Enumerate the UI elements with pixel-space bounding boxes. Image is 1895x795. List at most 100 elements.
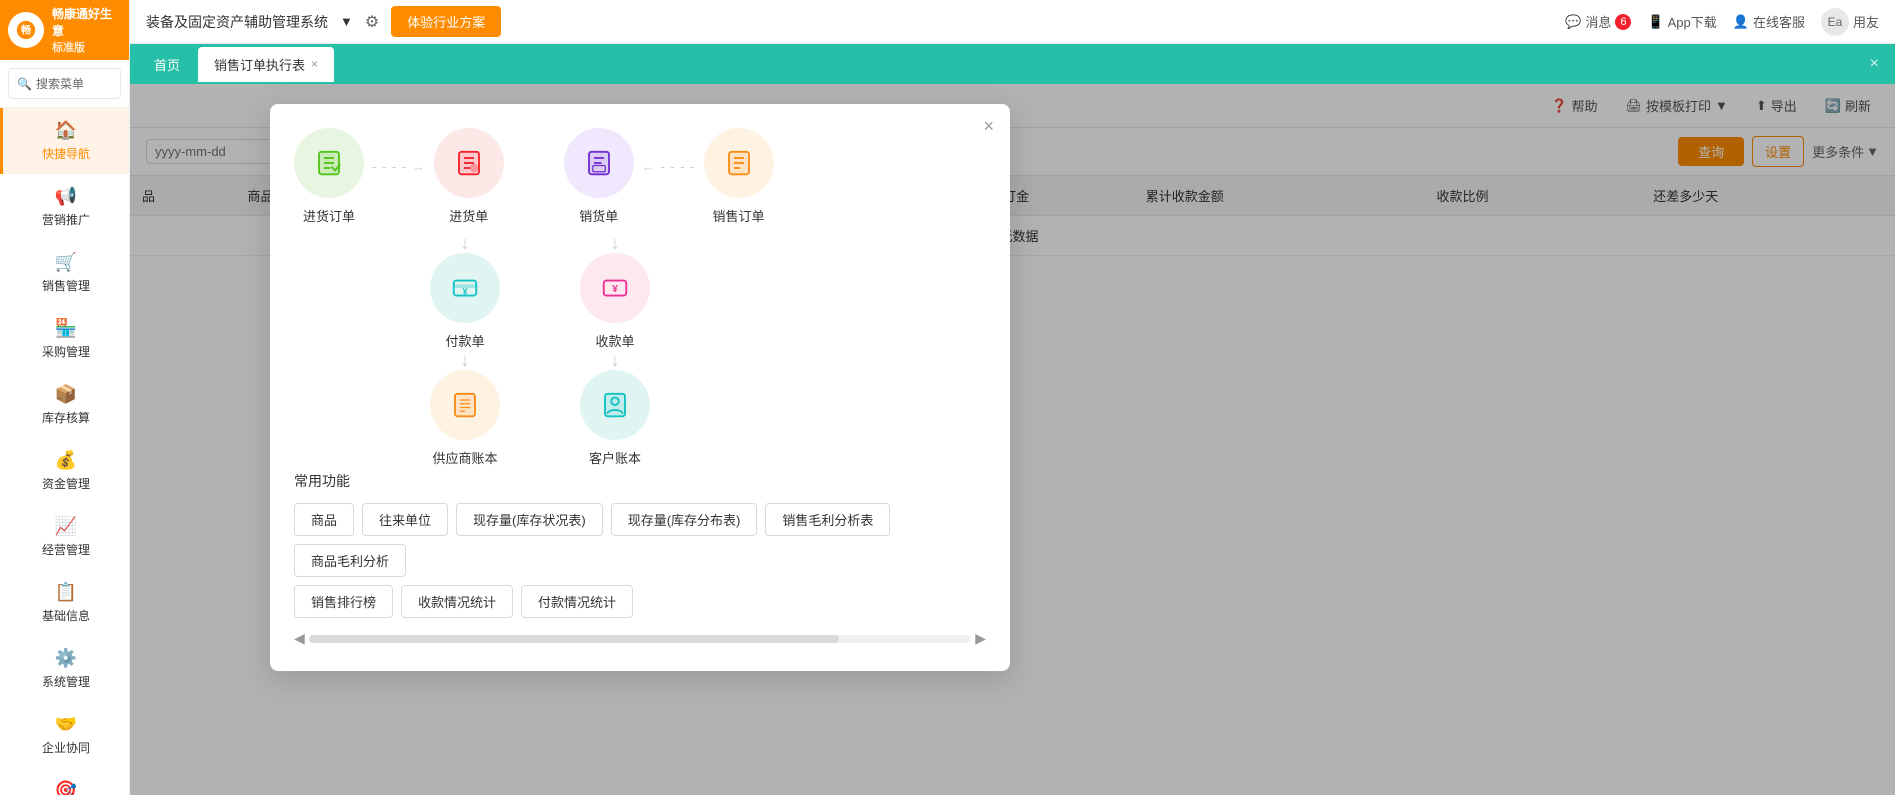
sales-order-tab-label: 销售订单执行表 [214, 55, 305, 74]
service-icon: 👤 [1733, 14, 1749, 30]
search-label: 搜索菜单 [36, 75, 84, 92]
sidebar-item-label: 销售管理 [42, 277, 90, 294]
arrow-down-payment: ↓ [461, 233, 470, 253]
func-btns-row1: 商品 往来单位 现存量(库存状况表) 现存量(库存分布表) 销售毛利分析表 商品… [294, 503, 986, 577]
tabbar: 首页 销售订单执行表 × × [130, 44, 1895, 84]
sidebar-item-operations[interactable]: 📈 经营管理 [0, 504, 129, 570]
sidebar-item-basic-info[interactable]: 📋 基础信息 [0, 570, 129, 636]
arrow-down-receipt: ↓ [611, 233, 620, 253]
arrow-h-1: - - - - → [364, 159, 434, 174]
svg-text:¥: ¥ [612, 284, 618, 295]
sidebar-item-finance[interactable]: 💰 资金管理 [0, 438, 129, 504]
online-service-label: 在线客服 [1753, 12, 1805, 31]
home-tab-label: 首页 [154, 55, 180, 74]
quick-nav-icon: 🏠 [55, 120, 77, 141]
purchase-icon: 🏪 [55, 318, 77, 339]
sidebar-item-label: 快捷导航 [42, 145, 90, 162]
flow-node-purchase-order[interactable]: 进货订单 [294, 128, 364, 225]
sidebar-item-label: 系统管理 [42, 673, 90, 690]
func-btn-product-profit[interactable]: 商品毛利分析 [294, 544, 406, 577]
message-item[interactable]: 💬 消息 6 [1565, 12, 1631, 31]
newbie-icon: 🎯 [55, 780, 77, 795]
flow-node-payment[interactable]: ¥ 付款单 [430, 253, 500, 350]
sale-bill-label: 销货单 [579, 206, 618, 225]
purchase-bill-label: 进货单 [449, 206, 488, 225]
flow-node-sale-bill[interactable]: 销货单 [564, 128, 634, 225]
supplier-account-col: ↓ [430, 350, 500, 467]
scroll-right-btn[interactable]: ▶ [975, 630, 986, 647]
func-btn-sales-ranking[interactable]: 销售排行榜 [294, 585, 393, 618]
func-btn-stock-status[interactable]: 现存量(库存状况表) [456, 503, 603, 536]
tab-close-icon[interactable]: × [311, 57, 318, 71]
topbar: 装备及固定资产辅助管理系统 ▼ ⚙ 体验行业方案 💬 消息 6 📱 App下载 … [130, 0, 1895, 44]
func-btn-stock-dist[interactable]: 现存量(库存分布表) [611, 503, 758, 536]
sidebar-item-label: 企业协同 [42, 739, 90, 756]
supplier-account-label: 供应商账本 [432, 448, 497, 467]
func-btn-receipt-stats[interactable]: 收款情况统计 [401, 585, 513, 618]
sidebar-item-system[interactable]: ⚙️ 系统管理 [0, 636, 129, 702]
func-btn-product[interactable]: 商品 [294, 503, 354, 536]
sidebar-item-newbie[interactable]: 🎯 新手引导 [0, 768, 129, 795]
sidebar-item-label: 采购管理 [42, 343, 90, 360]
flow-node-purchase-bill[interactable]: 进货单 [434, 128, 504, 225]
system-dropdown[interactable]: ▼ [340, 14, 353, 29]
system-icon: ⚙️ [55, 648, 77, 669]
app-download-item[interactable]: 📱 App下载 [1647, 12, 1716, 31]
tab-bar-close-btn[interactable]: × [1862, 55, 1887, 73]
settings-icon[interactable]: ⚙ [365, 12, 379, 32]
flow-node-customer-account[interactable]: 客户账本 [580, 370, 650, 467]
user-item[interactable]: Ea 用友 [1821, 8, 1879, 36]
sidebar-search: 🔍 搜索菜单 [0, 60, 129, 108]
sidebar-item-quick-nav[interactable]: 🏠 快捷导航 [0, 108, 129, 174]
main-content: 装备及固定资产辅助管理系统 ▼ ⚙ 体验行业方案 💬 消息 6 📱 App下载 … [130, 0, 1895, 795]
flow-node-sale-order[interactable]: 销售订单 [704, 128, 774, 225]
tab-home[interactable]: 首页 [138, 47, 196, 82]
payment-icon: ¥ [430, 253, 500, 323]
scrollbar-track[interactable] [309, 635, 971, 643]
common-funcs: 常用功能 商品 往来单位 现存量(库存状况表) 现存量(库存分布表) 销售毛利分… [294, 471, 986, 618]
payment-label: 付款单 [445, 331, 484, 350]
func-btn-counterpart[interactable]: 往来单位 [362, 503, 448, 536]
modal-close-btn[interactable]: × [983, 116, 994, 137]
modal-overlay: × [130, 84, 1895, 795]
svg-text:¥: ¥ [463, 286, 468, 296]
func-btn-payment-stats[interactable]: 付款情况统计 [521, 585, 633, 618]
download-icon: 📱 [1647, 14, 1663, 30]
sidebar-item-label: 经营管理 [42, 541, 90, 558]
logo-icon: 畅 [8, 12, 44, 48]
flow-row-2: ↓ ¥ 付款单 [294, 233, 986, 350]
receipt-col: ↓ ¥ 收款单 [580, 233, 650, 350]
sales-icon: 🛒 [55, 252, 77, 273]
tab-sales-order-exec[interactable]: 销售订单执行表 × [198, 47, 334, 82]
flow-node-receipt[interactable]: ¥ 收款单 [580, 253, 650, 350]
customer-account-icon [580, 370, 650, 440]
sidebar-item-sales[interactable]: 🛒 销售管理 [0, 240, 129, 306]
sidebar-item-purchase[interactable]: 🏪 采购管理 [0, 306, 129, 372]
topbar-right: 💬 消息 6 📱 App下载 👤 在线客服 Ea 用友 [1565, 8, 1879, 36]
sidebar: 畅 畅康通好生意 标准版 🔍 搜索菜单 🏠 快捷导航 📢 营销推广 [0, 0, 130, 795]
receipt-label: 收款单 [595, 331, 634, 350]
func-btns-row2: 销售排行榜 收款情况统计 付款情况统计 [294, 585, 986, 618]
scroll-left-btn[interactable]: ◀ [294, 630, 305, 647]
flow-node-supplier-account[interactable]: 供应商账本 [430, 370, 500, 467]
arrow-h-2: ← - - - - [634, 159, 704, 174]
sidebar-item-inventory[interactable]: 📦 库存核算 [0, 372, 129, 438]
payment-col: ↓ ¥ 付款单 [430, 233, 500, 350]
content-area: ❓ 帮助 🖨 按模板打印 ▼ ⬆ 导出 🔄 刷新 [130, 84, 1895, 795]
func-btn-sales-profit[interactable]: 销售毛利分析表 [765, 503, 890, 536]
purchase-bill-icon [434, 128, 504, 198]
purchase-order-label: 进货订单 [303, 206, 355, 225]
message-icon: 💬 [1565, 14, 1581, 30]
experience-btn[interactable]: 体验行业方案 [391, 6, 501, 37]
customer-account-label: 客户账本 [589, 448, 641, 467]
search-menu-button[interactable]: 🔍 搜索菜单 [8, 68, 121, 99]
flow-modal: × [270, 104, 1010, 671]
receipt-icon: ¥ [580, 253, 650, 323]
flow-row-3: ↓ [294, 350, 986, 467]
search-icon: 🔍 [17, 77, 32, 91]
sidebar-item-marketing[interactable]: 📢 营销推广 [0, 174, 129, 240]
arrow-down-customer: ↓ [611, 350, 620, 370]
sidebar-item-enterprise[interactable]: 🤝 企业协同 [0, 702, 129, 768]
online-service-item[interactable]: 👤 在线客服 [1733, 12, 1805, 31]
logo-text: 畅康通好生意 [52, 5, 121, 39]
